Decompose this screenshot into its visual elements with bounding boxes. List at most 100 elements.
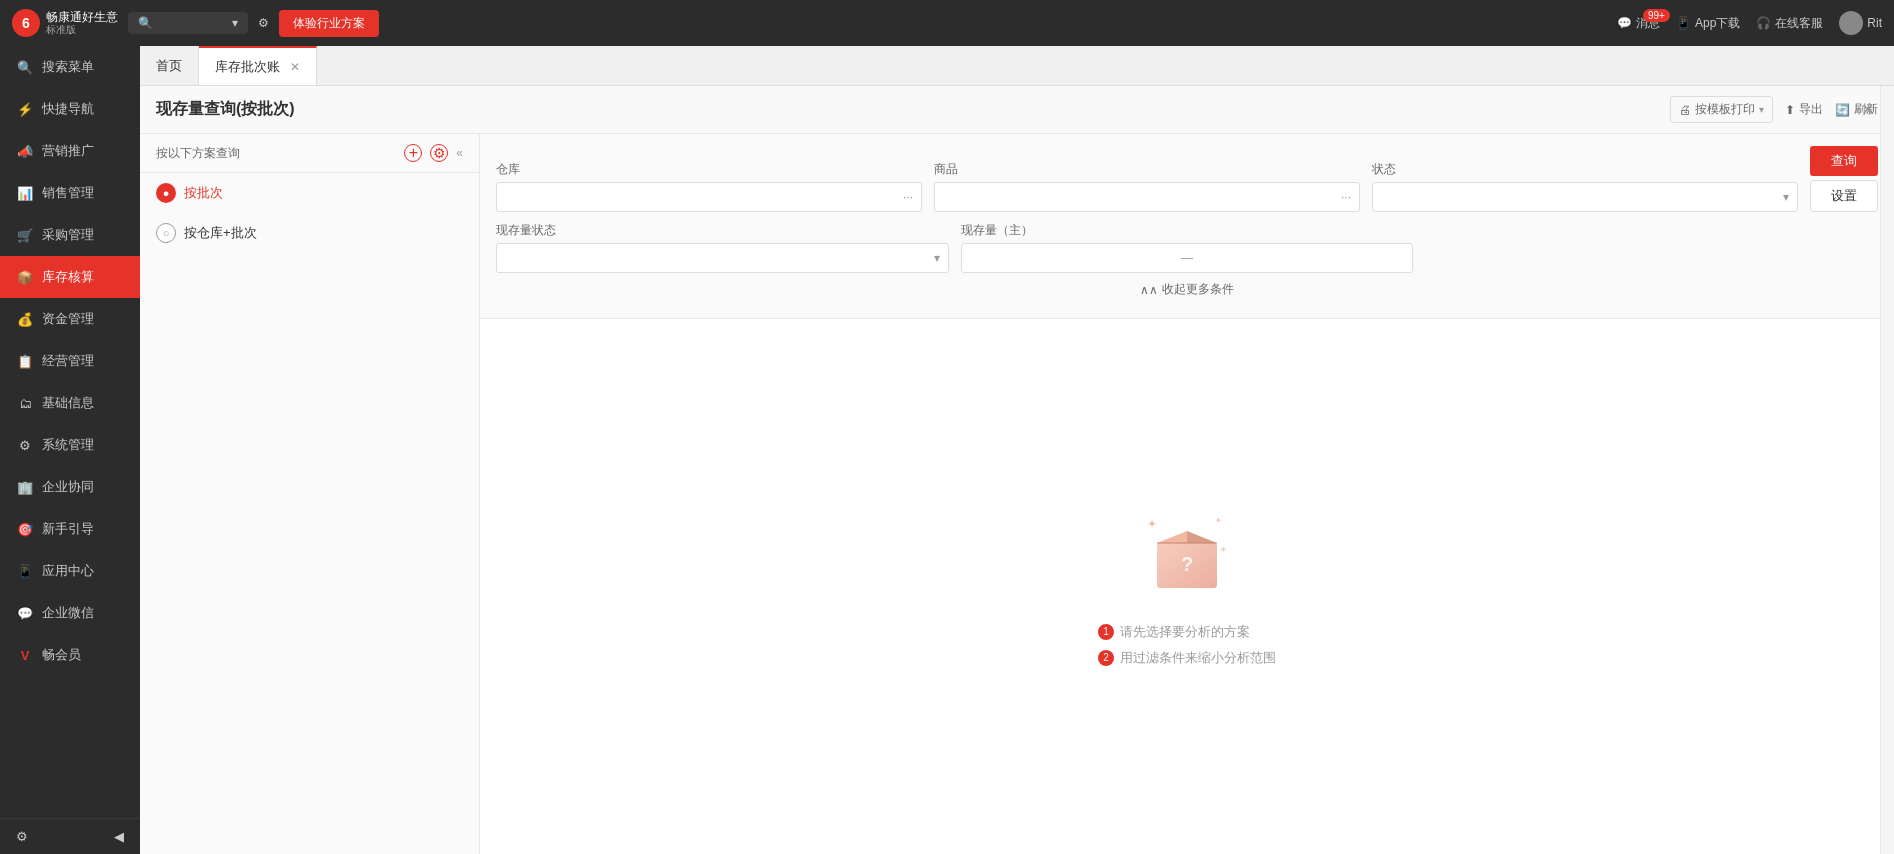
tab-home[interactable]: 首页	[140, 46, 199, 85]
trial-button[interactable]: 体验行业方案	[279, 10, 379, 37]
top-bar: 6 畅康通好生意 标准版 🔍 ▾ ⚙ 体验行业方案 💬 消息 99+ 📱 App…	[0, 0, 1894, 46]
refresh-icon: 🔄	[1835, 103, 1850, 117]
stock-qty-input[interactable]: —	[961, 243, 1414, 273]
top-settings-icon[interactable]: ⚙	[258, 16, 269, 30]
warehouse-field: 仓库 ···	[496, 161, 922, 212]
warehouse-label: 仓库	[496, 161, 922, 178]
tab-inventory-batch[interactable]: 库存批次账 ✕	[199, 46, 317, 85]
warehouse-input[interactable]: ···	[496, 182, 922, 212]
guide-icon: 🎯	[16, 520, 34, 538]
sidebar-item-appstore[interactable]: 📱 应用中心	[0, 550, 140, 592]
page-close-button[interactable]: ✕	[1861, 100, 1874, 119]
sidebar-item-member[interactable]: V 畅会员	[0, 634, 140, 676]
operations-icon: 📋	[16, 352, 34, 370]
finance-icon: 💰	[16, 310, 34, 328]
sidebar-item-system[interactable]: ⚙ 系统管理	[0, 424, 140, 466]
top-bar-right: 💬 消息 99+ 📱 App下载 🎧 在线客服 Rit	[1617, 11, 1882, 35]
sidebar-item-purchase[interactable]: 🛒 采购管理	[0, 214, 140, 256]
message-icon: 💬	[1617, 16, 1632, 30]
wechat-icon: 💬	[16, 604, 34, 622]
logo-area: 6 畅康通好生意 标准版	[12, 9, 118, 37]
user-item[interactable]: Rit	[1839, 11, 1882, 35]
export-button[interactable]: ⬆ 导出	[1785, 101, 1823, 118]
query-filters: 仓库 ··· 商品 ···	[480, 134, 1894, 319]
stock-status-field: 现存量状态 ▾	[496, 222, 949, 273]
empty-state-icon: ? ✦ ✦ ✦	[1137, 503, 1237, 603]
panel-collapse-icon[interactable]: «	[456, 146, 463, 160]
collapse-icon: ∧∧	[1140, 283, 1158, 297]
search-dropdown-icon: ▾	[232, 16, 238, 30]
content-area: 首页 库存批次账 ✕ 现存量查询(按批次) 🖨 按模板打印 ▾ ⬆	[140, 46, 1894, 854]
member-icon: V	[16, 646, 34, 664]
svg-marker-1	[1157, 531, 1187, 543]
sidebar-item-sales[interactable]: 📊 销售管理	[0, 172, 140, 214]
logo-text: 畅康通好生意 标准版	[46, 10, 118, 36]
status-label: 状态	[1372, 161, 1798, 178]
sales-icon: 📊	[16, 184, 34, 202]
headset-icon: 🎧	[1756, 16, 1771, 30]
product-label: 商品	[934, 161, 1360, 178]
warehouse-more-icon: ···	[903, 190, 913, 204]
page-title: 现存量查询(按批次)	[156, 99, 295, 120]
status-dropdown-icon: ▾	[1783, 190, 1789, 204]
scheme-batch[interactable]: ● 按批次	[140, 173, 479, 213]
empty-text-list: 1 请先选择要分析的方案 2 用过滤条件来缩小分析范围	[1098, 619, 1276, 671]
avatar	[1839, 11, 1863, 35]
sidebar-item-enterprise[interactable]: 🏢 企业协同	[0, 466, 140, 508]
stock-status-dropdown-icon: ▾	[934, 251, 940, 265]
sidebar-item-search[interactable]: 🔍 搜索菜单	[0, 46, 140, 88]
app-download-item[interactable]: 📱 App下载	[1676, 15, 1740, 32]
svg-marker-2	[1187, 531, 1217, 543]
sidebar-bottom: ⚙ ◀	[0, 818, 140, 854]
scheme-settings-icon[interactable]: ⚙	[430, 144, 448, 162]
top-bar-left: 6 畅康通好生意 标准版 🔍 ▾ ⚙ 体验行业方案	[12, 9, 379, 37]
messages-badge: 99+	[1643, 9, 1670, 22]
right-scrollbar	[1880, 86, 1894, 854]
settings-button[interactable]: 设置	[1810, 180, 1878, 212]
stock-qty-label: 现存量（主）	[961, 222, 1414, 239]
collapse-filters-button[interactable]: ∧∧ 收起更多条件	[496, 273, 1878, 306]
query-area: 仓库 ··· 商品 ···	[480, 134, 1894, 854]
settings-area: ⚙	[258, 16, 269, 30]
messages-item[interactable]: 💬 消息 99+	[1617, 15, 1660, 32]
batch-scheme-icon: ●	[156, 183, 176, 203]
sidebar-item-quick-nav[interactable]: ⚡ 快捷导航	[0, 88, 140, 130]
status-field: 状态 ▾	[1372, 161, 1798, 212]
appstore-icon: 📱	[16, 562, 34, 580]
page-header: 现存量查询(按批次) 🖨 按模板打印 ▾ ⬆ 导出 🔄 刷新	[140, 86, 1894, 134]
top-search-bar[interactable]: 🔍 ▾	[128, 12, 248, 34]
sidebar-settings-icon[interactable]: ⚙	[16, 829, 28, 844]
sidebar-item-guide[interactable]: 🎯 新手引导	[0, 508, 140, 550]
enterprise-icon: 🏢	[16, 478, 34, 496]
add-scheme-icon[interactable]: +	[404, 144, 422, 162]
product-input[interactable]: ···	[934, 182, 1360, 212]
svg-text:?: ?	[1181, 553, 1193, 575]
scheme-warehouse-batch[interactable]: ○ 按仓库+批次	[140, 213, 479, 253]
data-area: ? ✦ ✦ ✦ 1 请先选择要分析的方案	[480, 319, 1894, 854]
print-button[interactable]: 🖨 按模板打印 ▾	[1670, 96, 1773, 123]
sidebar-item-inventory[interactable]: 📦 库存核算	[0, 256, 140, 298]
stock-qty-separator: —	[1181, 251, 1193, 265]
export-icon: ⬆	[1785, 103, 1795, 117]
tab-close-icon[interactable]: ✕	[290, 60, 300, 74]
sidebar-item-operations[interactable]: 📋 经营管理	[0, 340, 140, 382]
logo-icon: 6	[12, 9, 40, 37]
empty-tip-1: 1 请先选择要分析的方案	[1098, 619, 1276, 645]
system-icon: ⚙	[16, 436, 34, 454]
page-header-actions: 🖨 按模板打印 ▾ ⬆ 导出 🔄 刷新	[1670, 96, 1878, 123]
warehouse-batch-scheme-icon: ○	[156, 223, 176, 243]
sidebar-item-wechat[interactable]: 💬 企业微信	[0, 592, 140, 634]
sidebar-collapse-icon[interactable]: ◀	[114, 829, 124, 844]
sidebar: 🔍 搜索菜单 ⚡ 快捷导航 📣 营销推广 📊 销售管理 🛒 采购管理 📦 库存核…	[0, 46, 140, 854]
sidebar-item-marketing[interactable]: 📣 营销推广	[0, 130, 140, 172]
status-input[interactable]: ▾	[1372, 182, 1798, 212]
svg-text:✦: ✦	[1215, 516, 1222, 525]
search-icon: 🔍	[16, 58, 34, 76]
stock-status-input[interactable]: ▾	[496, 243, 949, 273]
user-name: Rit	[1867, 16, 1882, 30]
tab-bar: 首页 库存批次账 ✕	[140, 46, 1894, 86]
sidebar-item-finance[interactable]: 💰 资金管理	[0, 298, 140, 340]
online-service-item[interactable]: 🎧 在线客服	[1756, 15, 1823, 32]
sidebar-item-basic[interactable]: 🗂 基础信息	[0, 382, 140, 424]
query-button[interactable]: 查询	[1810, 146, 1878, 176]
